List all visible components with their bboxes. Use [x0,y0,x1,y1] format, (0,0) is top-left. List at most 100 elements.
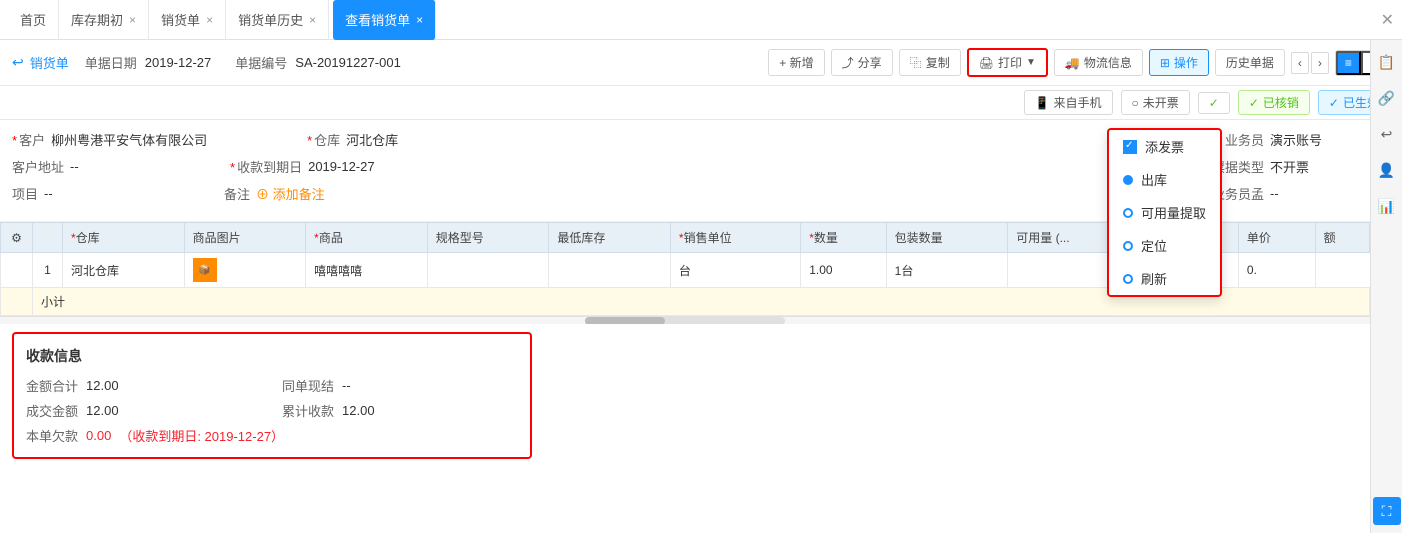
dropdown-add-invoice[interactable]: 添发票 [1109,130,1220,163]
add-invoice-checkbox[interactable] [1123,140,1137,154]
col-sales-unit: *销售单位 [670,223,800,253]
total-amount-label: 金额合计 [26,376,78,395]
customer-value: 柳州粤港平安气体有限公司 [51,130,207,149]
tab-view-sales[interactable]: 查看销货单 × [333,0,436,40]
dropdown-available[interactable]: 可用量提取 [1109,196,1220,229]
tab-bar-close-button[interactable]: ✕ [1381,10,1394,30]
payment-title: 收款信息 [26,346,518,366]
current-due-label: 本单欠款 [26,426,78,445]
cumulative-value: 12.00 [342,403,375,418]
current-due-value: 0.00 [86,428,111,443]
dropdown-refresh[interactable]: 刷新 [1109,262,1220,295]
tab-home[interactable]: 首页 [8,0,59,40]
deal-amount-label: 成交金额 [26,401,78,420]
date-value: 2019-12-27 [145,55,212,70]
nav-next[interactable]: › [1311,52,1329,74]
add-note-icon: ⊕ [256,187,269,202]
locate-label: 定位 [1141,236,1167,255]
outbound-label: 出库 [1141,170,1167,189]
sidebar-icon-clipboard[interactable]: 📋 [1373,48,1401,76]
row-pack-qty: 1台 [886,253,1008,288]
ticket-type-field: 票据类型 不开票 [1205,157,1350,176]
tab-sales-close[interactable]: × [206,13,213,27]
not-opened-button[interactable]: ○ 未开票 [1121,90,1190,115]
col-product: *商品 [306,223,428,253]
tab-inventory-close[interactable]: × [129,13,136,27]
tab-sales-history[interactable]: 销货单历史 × [226,0,329,40]
col-seq [33,223,63,253]
copy-button[interactable]: ⿻ 复制 [899,49,961,76]
row-warehouse: 河北仓库 [63,253,185,288]
due-date-text: （收款到期日: 2019-12-27） [119,426,284,445]
warehouse-value: 河北仓库 [346,130,426,149]
confirmed-button[interactable]: ✓ 已核销 [1238,90,1310,115]
col-gear[interactable]: ⚙ [1,223,33,253]
sidebar-icon-return[interactable]: ↩ [1373,120,1401,148]
outbound-radio[interactable] [1123,175,1133,185]
payment-info-box: 收款信息 金额合计 12.00 同单现结 -- 成交金额 12.00 累计收款 … [12,332,532,459]
sidebar-icon-chart[interactable]: 📊 [1373,192,1401,220]
sidebar-icon-link[interactable]: 🔗 [1373,84,1401,112]
operations-dropdown: 添发票 出库 可用量提取 定位 刷新 [1107,128,1222,297]
tab-history-close[interactable]: × [309,13,316,27]
link-icon: 🔗 [1378,90,1395,107]
ticket-icon: ○ [1132,96,1139,110]
total-amount-row: 金额合计 12.00 [26,376,262,395]
refresh-radio[interactable] [1123,274,1133,284]
doc-type-label: ↩ 销货单 [12,53,69,72]
add-note-button[interactable]: ⊕ 添加备注 [256,184,325,203]
share-icon: ⤴ [842,54,854,71]
sidebar-icon-user[interactable]: 👤 [1373,156,1401,184]
dropdown-outbound[interactable]: 出库 [1109,163,1220,196]
expand-icon: ⛶ [1382,503,1392,520]
confirm-icon-btn[interactable]: ✓ [1198,92,1230,114]
col-unit-price: 单价 [1238,223,1315,253]
row-image: 📦 [184,253,306,288]
row-gear [1,253,33,288]
logistics-button[interactable]: 🚚 物流信息 [1054,49,1143,76]
nav-arrows: ‹ › [1291,52,1329,74]
history-button[interactable]: 历史单据 [1215,49,1285,76]
subtotal-gear [1,288,33,316]
tab-view-close[interactable]: × [416,13,423,27]
status-bar: 📱 来自手机 ○ 未开票 ✓ ✓ 已核销 ✓ 已生效 [0,86,1402,120]
effective-icon: ✓ [1329,96,1339,110]
chart-icon: 📊 [1378,198,1395,215]
from-mobile-button[interactable]: 📱 来自手机 [1024,90,1113,115]
share-button[interactable]: ⤴ 分享 [831,49,893,76]
horizontal-scrollbar[interactable] [0,316,1370,324]
available-label: 可用量提取 [1141,203,1206,222]
row-unit-price: 0. [1238,253,1315,288]
total-amount-value: 12.00 [86,378,119,393]
project-value: -- [44,186,124,201]
print-button[interactable]: 🖨 打印 ▼ [967,48,1048,77]
copy-icon: ⿻ [910,54,922,71]
print-dropdown-arrow[interactable]: ▼ [1026,57,1036,68]
row-product: 嘻嘻嘻嘻 [306,253,428,288]
warehouse-field: 仓库 河北仓库 [307,130,426,149]
tab-inventory-init[interactable]: 库存期初 × [59,0,149,40]
available-radio[interactable] [1123,208,1133,218]
ticket-type-value: 不开票 [1270,157,1350,176]
scroll-track[interactable] [585,317,785,324]
sidebar-icon-expand[interactable]: ⛶ [1373,497,1401,525]
row-spec [427,253,549,288]
col-pack-qty: 包装数量 [886,223,1008,253]
row-seq: 1 [33,253,63,288]
view-list[interactable]: ≡ [1336,51,1361,75]
same-order-value: -- [342,378,351,393]
project-label: 项目 [12,184,38,203]
scroll-thumb[interactable] [585,317,665,324]
dropdown-locate[interactable]: 定位 [1109,229,1220,262]
new-button[interactable]: + 新增 [768,49,824,76]
tab-home-label: 首页 [20,10,46,29]
tab-sales-order[interactable]: 销货单 × [149,0,226,40]
col-image: 商品图片 [184,223,306,253]
same-order-row: 同单现结 -- [282,376,518,395]
col-quantity: *数量 [801,223,886,253]
doc-info: 单据日期 2019-12-27 单据编号 SA-20191227-001 [85,53,753,72]
nav-prev[interactable]: ‹ [1291,52,1309,74]
tab-sales-label: 销货单 [161,10,200,29]
locate-radio[interactable] [1123,241,1133,251]
operations-button[interactable]: ⊞ 操作 [1149,49,1209,76]
